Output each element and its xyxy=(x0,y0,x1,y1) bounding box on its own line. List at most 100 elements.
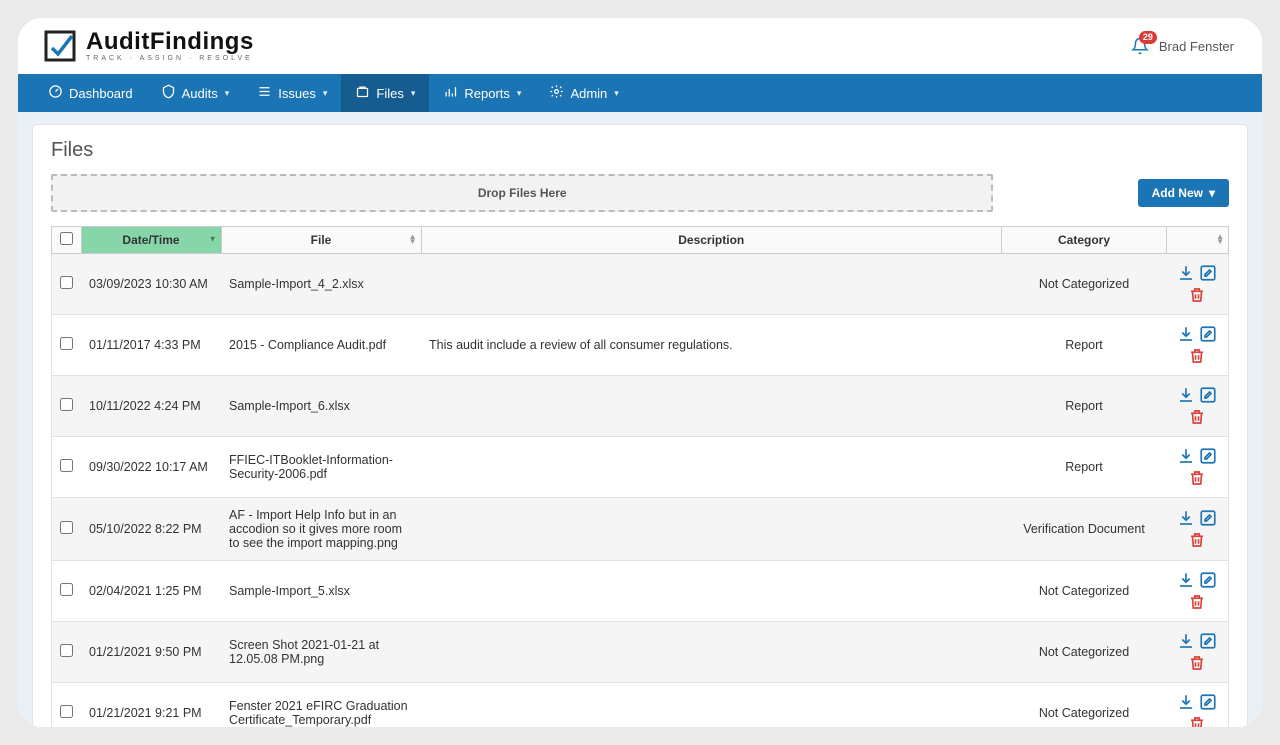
delete-icon[interactable] xyxy=(1188,408,1206,426)
cell-datetime: 05/10/2022 8:22 PM xyxy=(81,498,221,561)
cell-filename: 2015 - Compliance Audit.pdf xyxy=(221,315,421,376)
download-icon[interactable] xyxy=(1177,264,1195,282)
edit-icon[interactable] xyxy=(1199,571,1217,589)
sort-icon: ▲▼ xyxy=(409,235,417,245)
cell-description xyxy=(421,622,1002,683)
cell-filename: Sample-Import_6.xlsx xyxy=(221,376,421,437)
cell-datetime: 09/30/2022 10:17 AM xyxy=(81,437,221,498)
nav-label: Admin xyxy=(570,86,607,101)
table-row: 05/10/2022 8:22 PM AF - Import Help Info… xyxy=(52,498,1229,561)
col-header-description[interactable]: Description xyxy=(421,227,1002,254)
app-header: AuditFindings TRACK · ASSIGN · RESOLVE 2… xyxy=(18,18,1262,74)
download-icon[interactable] xyxy=(1177,447,1195,465)
cell-category: Report xyxy=(1002,315,1167,376)
user-name[interactable]: Brad Fenster xyxy=(1159,39,1234,54)
table-row: 10/11/2022 4:24 PM Sample-Import_6.xlsx … xyxy=(52,376,1229,437)
nav-reports[interactable]: Reports ▾ xyxy=(429,74,535,112)
cell-filename: Screen Shot 2021-01-21 at 12.05.08 PM.pn… xyxy=(221,622,421,683)
edit-icon[interactable] xyxy=(1199,509,1217,527)
sort-icon: ▲▼ xyxy=(1216,235,1224,245)
chevron-down-icon: ▾ xyxy=(517,88,522,99)
chevron-down-icon: ▾ xyxy=(323,88,328,99)
row-checkbox[interactable] xyxy=(60,276,73,289)
nav-dashboard[interactable]: Dashboard xyxy=(34,74,147,112)
edit-icon[interactable] xyxy=(1199,447,1217,465)
edit-icon[interactable] xyxy=(1199,264,1217,282)
add-new-button[interactable]: Add New ▾ xyxy=(1138,179,1229,207)
edit-icon[interactable] xyxy=(1199,632,1217,650)
reports-icon xyxy=(443,84,458,102)
edit-icon[interactable] xyxy=(1199,325,1217,343)
delete-icon[interactable] xyxy=(1188,593,1206,611)
cell-datetime: 01/11/2017 4:33 PM xyxy=(81,315,221,376)
download-icon[interactable] xyxy=(1177,509,1195,527)
row-checkbox[interactable] xyxy=(60,337,73,350)
cell-description xyxy=(421,376,1002,437)
audits-icon xyxy=(161,84,176,102)
cell-category: Not Categorized xyxy=(1002,683,1167,728)
notification-badge: 29 xyxy=(1139,31,1157,44)
files-table: Date/Time▼ File▲▼ Description Category ▲… xyxy=(51,226,1229,727)
table-row: 02/04/2021 1:25 PM Sample-Import_5.xlsx … xyxy=(52,561,1229,622)
cell-filename: Sample-Import_5.xlsx xyxy=(221,561,421,622)
cell-category: Not Categorized xyxy=(1002,622,1167,683)
cell-description xyxy=(421,561,1002,622)
cell-description xyxy=(421,683,1002,728)
delete-icon[interactable] xyxy=(1188,347,1206,365)
logo[interactable]: AuditFindings TRACK · ASSIGN · RESOLVE xyxy=(42,28,254,64)
nav-admin[interactable]: Admin▾ xyxy=(535,74,632,112)
download-icon[interactable] xyxy=(1177,571,1195,589)
delete-icon[interactable] xyxy=(1188,654,1206,672)
cell-description xyxy=(421,498,1002,561)
table-row: 01/21/2021 9:50 PM Screen Shot 2021-01-2… xyxy=(52,622,1229,683)
download-icon[interactable] xyxy=(1177,325,1195,343)
nav-files[interactable]: Files ▾ xyxy=(341,74,429,112)
download-icon[interactable] xyxy=(1177,386,1195,404)
col-header-file[interactable]: File▲▼ xyxy=(221,227,421,254)
table-row: 01/21/2021 9:21 PM Fenster 2021 eFIRC Gr… xyxy=(52,683,1229,728)
select-all-checkbox[interactable] xyxy=(60,232,73,245)
nav-label: Files xyxy=(376,86,403,101)
cell-category: Report xyxy=(1002,437,1167,498)
col-header-category[interactable]: Category xyxy=(1002,227,1167,254)
row-checkbox[interactable] xyxy=(60,644,73,657)
file-dropzone[interactable]: Drop Files Here xyxy=(51,174,993,212)
cell-description xyxy=(421,254,1002,315)
row-checkbox[interactable] xyxy=(60,398,73,411)
table-row: 03/09/2023 10:30 AM Sample-Import_4_2.xl… xyxy=(52,254,1229,315)
edit-icon[interactable] xyxy=(1199,386,1217,404)
row-checkbox[interactable] xyxy=(60,583,73,596)
delete-icon[interactable] xyxy=(1188,286,1206,304)
nav-label: Reports xyxy=(464,86,510,101)
delete-icon[interactable] xyxy=(1188,531,1206,549)
col-header-datetime[interactable]: Date/Time▼ xyxy=(81,227,221,254)
chevron-down-icon: ▾ xyxy=(411,88,416,99)
nav-issues[interactable]: Issues ▾ xyxy=(243,74,341,112)
nav-label: Audits xyxy=(182,86,218,101)
download-icon[interactable] xyxy=(1177,632,1195,650)
row-checkbox[interactable] xyxy=(60,705,73,718)
dashboard-icon xyxy=(48,84,63,102)
cell-filename: Fenster 2021 eFIRC Graduation Certificat… xyxy=(221,683,421,728)
delete-icon[interactable] xyxy=(1188,715,1206,727)
cell-description: This audit include a review of all consu… xyxy=(421,315,1002,376)
cell-datetime: 10/11/2022 4:24 PM xyxy=(81,376,221,437)
row-checkbox[interactable] xyxy=(60,459,73,472)
edit-icon[interactable] xyxy=(1199,693,1217,711)
page-title: Files xyxy=(51,139,1229,162)
nav-audits[interactable]: Audits▾ xyxy=(147,74,244,112)
download-icon[interactable] xyxy=(1177,693,1195,711)
table-row: 01/11/2017 4:33 PM 2015 - Compliance Aud… xyxy=(52,315,1229,376)
delete-icon[interactable] xyxy=(1188,469,1206,487)
cell-datetime: 02/04/2021 1:25 PM xyxy=(81,561,221,622)
cell-datetime: 01/21/2021 9:21 PM xyxy=(81,683,221,728)
sort-down-icon: ▼ xyxy=(209,238,217,243)
cell-description xyxy=(421,437,1002,498)
logo-icon xyxy=(42,28,78,64)
row-checkbox[interactable] xyxy=(60,521,73,534)
cell-datetime: 03/09/2023 10:30 AM xyxy=(81,254,221,315)
nav-label: Issues xyxy=(278,86,316,101)
notifications-button[interactable]: 29 xyxy=(1131,37,1149,55)
issues-icon xyxy=(257,84,272,102)
main-nav: DashboardAudits▾ Issues ▾ Files ▾ Reports ▾ Adm… xyxy=(18,74,1262,112)
